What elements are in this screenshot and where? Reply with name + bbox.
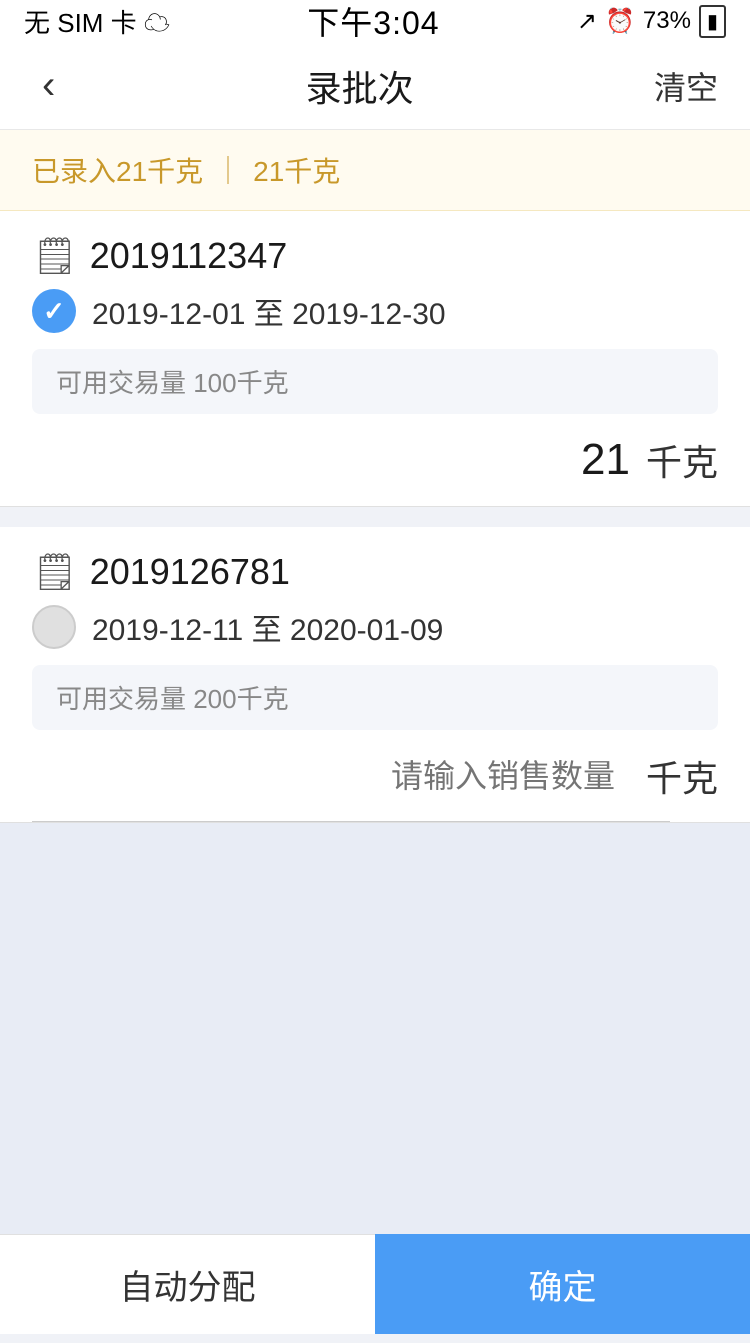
summary-divider: [227, 156, 229, 184]
battery-icon: ▮: [699, 5, 726, 38]
batch-separator: [0, 507, 750, 527]
batch-doc-icon-1: 🗒: [32, 235, 78, 277]
status-left: 无 SIM 卡 ☁: [24, 3, 170, 40]
sim-label: 无 SIM 卡 ☁: [24, 3, 170, 40]
batch-id-1: 2019112347: [90, 235, 288, 277]
auto-distribute-label: 自动分配: [120, 1260, 256, 1309]
clear-button[interactable]: 清空: [654, 63, 718, 109]
batch-row-1[interactable]: ✓ 2019-12-01 至 2019-12-30: [32, 289, 718, 333]
batch-item-1: 🗒 2019112347 ✓ 2019-12-01 至 2019-12-30 可…: [0, 211, 750, 414]
quantity-row-1: 21 千克: [0, 414, 750, 507]
batch-list: 🗒 2019112347 ✓ 2019-12-01 至 2019-12-30 可…: [0, 211, 750, 507]
bottom-area: [0, 823, 750, 1243]
batch-header-2: 🗒 2019126781: [32, 551, 718, 593]
quantity-unit-1: 千克: [646, 434, 718, 486]
back-button[interactable]: ‹: [32, 53, 65, 118]
battery-label: 73%: [643, 7, 691, 35]
summary-recorded: 已录入21千克: [32, 150, 203, 190]
confirm-button[interactable]: 确定: [375, 1234, 750, 1334]
page-title: 录批次: [306, 60, 414, 112]
batch-row-2[interactable]: 2019-12-11 至 2020-01-09: [32, 605, 718, 649]
nav-bar: ‹ 录批次 清空: [0, 42, 750, 130]
batch-id-2: 2019126781: [90, 551, 290, 593]
radio-unselected-2[interactable]: [32, 605, 76, 649]
batch-date-2: 2019-12-11 至 2020-01-09: [92, 605, 443, 649]
input-row-2: 千克: [0, 730, 750, 823]
location-icon: ↗: [577, 7, 597, 36]
footer: 自动分配 确定: [0, 1234, 750, 1334]
batch-item-2: 🗒 2019126781 2019-12-11 至 2020-01-09 可用交…: [0, 527, 750, 730]
alarm-icon: ⏰: [605, 7, 635, 36]
status-bar: 无 SIM 卡 ☁ 下午3:04 ↗ ⏰ 73% ▮: [0, 0, 750, 42]
batch-header-1: 🗒 2019112347: [32, 235, 718, 277]
batch-date-1: 2019-12-01 至 2019-12-30: [92, 289, 446, 333]
auto-distribute-button[interactable]: 自动分配: [0, 1234, 375, 1334]
check-icon-1: ✓: [43, 296, 65, 327]
confirm-label: 确定: [529, 1260, 597, 1309]
summary-value: 21千克: [253, 150, 340, 190]
input-unit-2: 千克: [646, 750, 718, 802]
status-right: ↗ ⏰ 73% ▮: [577, 5, 726, 38]
quantity-input-2[interactable]: [32, 758, 630, 795]
batch-available-2: 可用交易量 200千克: [32, 665, 718, 730]
radio-selected-1[interactable]: ✓: [32, 289, 76, 333]
batch-available-1: 可用交易量 100千克: [32, 349, 718, 414]
quantity-value-1: 21: [581, 435, 630, 485]
status-time: 下午3:04: [307, 0, 439, 44]
summary-bar: 已录入21千克 21千克: [0, 130, 750, 211]
input-underline: [32, 821, 670, 822]
batch-doc-icon-2: 🗒: [32, 551, 78, 593]
batch-list-2: 🗒 2019126781 2019-12-11 至 2020-01-09 可用交…: [0, 527, 750, 823]
